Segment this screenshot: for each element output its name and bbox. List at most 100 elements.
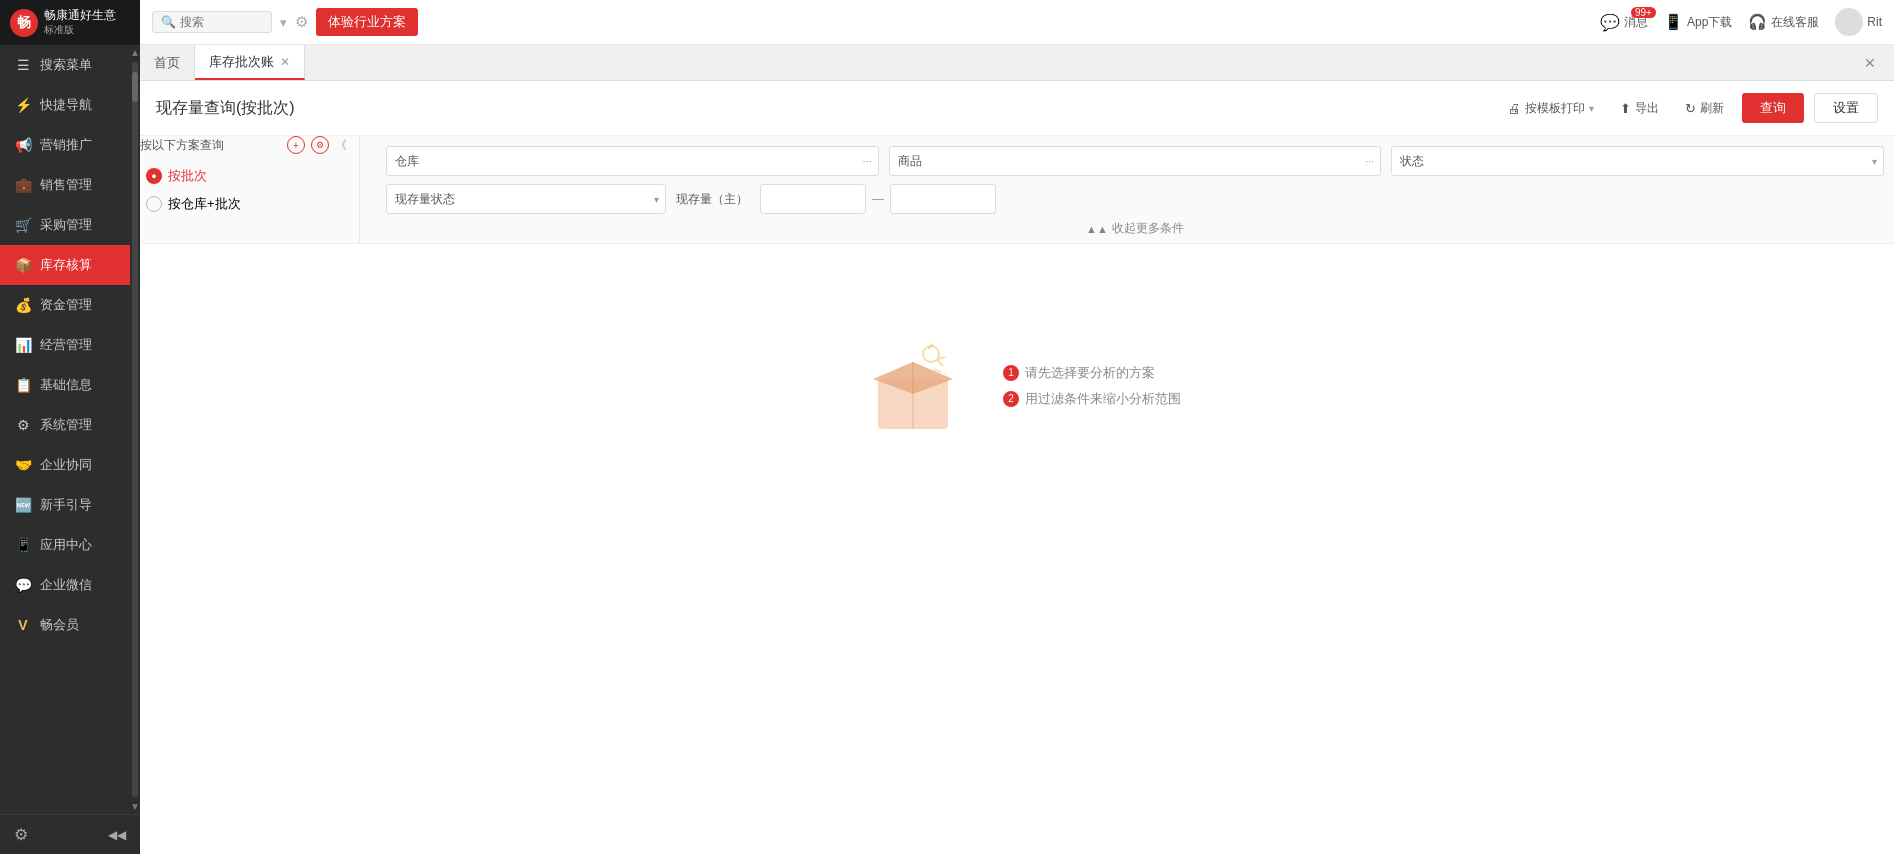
add-scheme-icon[interactable]: + (287, 136, 305, 154)
sidebar-item-label-weixin: 企业微信 (40, 576, 92, 594)
tab-close-panel-icon[interactable]: ✕ (1856, 55, 1884, 71)
app-center-icon: 📱 (14, 536, 32, 554)
member-icon: V (14, 616, 32, 634)
settings-icon[interactable]: ⚙ (14, 825, 28, 844)
refresh-icon: ↻ (1685, 101, 1696, 116)
tab-inventory-batch[interactable]: 库存批次账 ✕ (195, 45, 305, 80)
sidebar-item-system[interactable]: ⚙ 系统管理 (0, 405, 130, 445)
messages-group[interactable]: 💬 消息 99+ (1600, 13, 1648, 32)
product-more-icon[interactable]: ··· (1365, 155, 1374, 167)
sidebar-footer: ⚙ ◀◀ (0, 814, 140, 854)
query-button[interactable]: 查询 (1742, 93, 1804, 123)
user-group[interactable]: Rit (1835, 8, 1882, 36)
tab-close-icon[interactable]: ✕ (280, 56, 290, 68)
app-download-label: App下载 (1687, 14, 1732, 31)
sidebar-item-base-info[interactable]: 📋 基础信息 (0, 365, 130, 405)
empty-hint-1: 1 请先选择要分析的方案 (1003, 364, 1181, 382)
weixin-icon: 💬 (14, 576, 32, 594)
finance-icon: 💰 (14, 296, 32, 314)
operations-icon: 📊 (14, 336, 32, 354)
scheme-inactive-dot (146, 196, 162, 212)
page-header: 现存量查询(按批次) 🖨 按模板打印 ▾ ⬆ 导出 ↻ 刷新 查询 设置 (140, 81, 1894, 136)
sidebar-item-label-quick-nav: 快捷导航 (40, 96, 92, 114)
sidebar-item-enterprise[interactable]: 🤝 企业协同 (0, 445, 130, 485)
export-label: 导出 (1635, 100, 1659, 117)
filter-fields-panel: 仓库 ··· 商品 ··· (360, 136, 1894, 243)
refresh-btn[interactable]: ↻ 刷新 (1677, 96, 1732, 121)
guide-icon: 🆕 (14, 496, 32, 514)
sidebar-item-label-guide: 新手引导 (40, 496, 92, 514)
empty-state: 1 请先选择要分析的方案 2 用过滤条件来缩小分析范围 (140, 244, 1894, 527)
empty-hints: 1 请先选择要分析的方案 2 用过滤条件来缩小分析范围 (1003, 364, 1181, 408)
scheme-icons: + ⚙ 《 (287, 136, 347, 154)
sidebar-item-sales[interactable]: 💼 销售管理 (0, 165, 130, 205)
sidebar-item-weixin[interactable]: 💬 企业微信 (0, 565, 130, 605)
sidebar-item-label-inventory: 库存核算 (40, 256, 92, 274)
trial-btn[interactable]: 体验行业方案 (316, 8, 418, 36)
stock-status-label: 现存量状态 (395, 191, 455, 208)
scroll-track (132, 62, 138, 797)
scroll-thumb (132, 72, 138, 102)
svg-point-6 (923, 346, 939, 362)
print-btn[interactable]: 🖨 按模板打印 ▾ (1500, 96, 1602, 121)
sidebar-item-search-menu[interactable]: ☰ 搜索菜单 (0, 45, 130, 85)
collapse-row[interactable]: ▲▲ 收起更多条件 (376, 214, 1894, 243)
manage-scheme-icon[interactable]: ⚙ (311, 136, 329, 154)
page-content: 现存量查询(按批次) 🖨 按模板打印 ▾ ⬆ 导出 ↻ 刷新 查询 设置 (140, 81, 1894, 854)
sidebar-item-guide[interactable]: 🆕 新手引导 (0, 485, 130, 525)
print-dropdown-icon[interactable]: ▾ (1589, 103, 1594, 114)
topbar-dropdown-icon[interactable]: ▾ (280, 15, 287, 30)
sidebar-scrollbar[interactable]: ▲ ▼ (130, 45, 140, 814)
filter-scheme-panel: 按以下方案查询 + ⚙ 《 ● 按批次 按仓库+批次 (140, 136, 360, 243)
sidebar-item-app-center[interactable]: 📱 应用中心 (0, 525, 130, 565)
sidebar-item-label-marketing: 营销推广 (40, 136, 92, 154)
print-icon: 🖨 (1508, 101, 1521, 116)
sidebar-item-label-search-menu: 搜索菜单 (40, 56, 92, 74)
sidebar-item-marketing[interactable]: 📢 营销推广 (0, 125, 130, 165)
sidebar-item-label-sales: 销售管理 (40, 176, 92, 194)
stock-status-select[interactable]: 现存量状态 ▾ (386, 184, 666, 214)
online-service-group[interactable]: 🎧 在线客服 (1748, 13, 1819, 31)
tab-home[interactable]: 首页 (140, 45, 195, 80)
tabbar: 首页 库存批次账 ✕ ✕ (140, 45, 1894, 81)
status-select[interactable]: 状态 ▾ (1391, 146, 1884, 176)
sidebar-item-inventory[interactable]: 📦 库存核算 (0, 245, 130, 285)
stock-amount-max-input[interactable] (890, 184, 996, 214)
warehouse-more-icon[interactable]: ··· (863, 155, 872, 167)
collapse-sidebar-icon[interactable]: ◀◀ (108, 828, 126, 842)
export-btn[interactable]: ⬆ 导出 (1612, 96, 1667, 121)
topbar-search-input[interactable] (180, 15, 260, 29)
sidebar-item-member[interactable]: V 畅会员 (0, 605, 130, 645)
sidebar-item-finance[interactable]: 💰 资金管理 (0, 285, 130, 325)
stock-status-field: 现存量状态 ▾ (386, 184, 666, 214)
app-download-group[interactable]: 📱 App下载 (1664, 13, 1732, 31)
topbar-settings-icon[interactable]: ⚙ (295, 13, 308, 31)
scheme-item-warehouse-batch[interactable]: 按仓库+批次 (140, 190, 347, 218)
scheme-label-warehouse-batch: 按仓库+批次 (168, 195, 241, 213)
empty-illustration (853, 324, 973, 447)
stock-amount-field: 现存量（主） — (676, 184, 996, 214)
user-name: Rit (1867, 15, 1882, 29)
warehouse-input[interactable]: 仓库 ··· (386, 146, 879, 176)
headset-icon: 🎧 (1748, 13, 1767, 31)
warehouse-field: 仓库 ··· (386, 146, 879, 176)
scroll-down-arrow[interactable]: ▼ (130, 801, 140, 812)
sidebar-item-label-finance: 资金管理 (40, 296, 92, 314)
sidebar-item-operations[interactable]: 📊 经营管理 (0, 325, 130, 365)
tab-inventory-batch-label: 库存批次账 (209, 53, 274, 71)
sidebar-item-quick-nav[interactable]: ⚡ 快捷导航 (0, 85, 130, 125)
stock-amount-separator: — (872, 192, 884, 206)
hint-2-text: 用过滤条件来缩小分析范围 (1025, 390, 1181, 408)
stock-amount-min-input[interactable] (760, 184, 866, 214)
settings-button[interactable]: 设置 (1814, 93, 1878, 123)
collapse-panel-icon[interactable]: 《 (335, 137, 347, 154)
filter-container: 按以下方案查询 + ⚙ 《 ● 按批次 按仓库+批次 (140, 136, 1894, 244)
scroll-up-arrow[interactable]: ▲ (130, 47, 140, 58)
topbar-search-box[interactable]: 🔍 (152, 11, 272, 33)
hint-1-num: 1 (1003, 365, 1019, 381)
product-input[interactable]: 商品 ··· (889, 146, 1382, 176)
scheme-section-label: 按以下方案查询 (140, 137, 224, 154)
marketing-icon: 📢 (14, 136, 32, 154)
sidebar-item-purchase[interactable]: 🛒 采购管理 (0, 205, 130, 245)
scheme-item-batch[interactable]: ● 按批次 (140, 162, 347, 190)
